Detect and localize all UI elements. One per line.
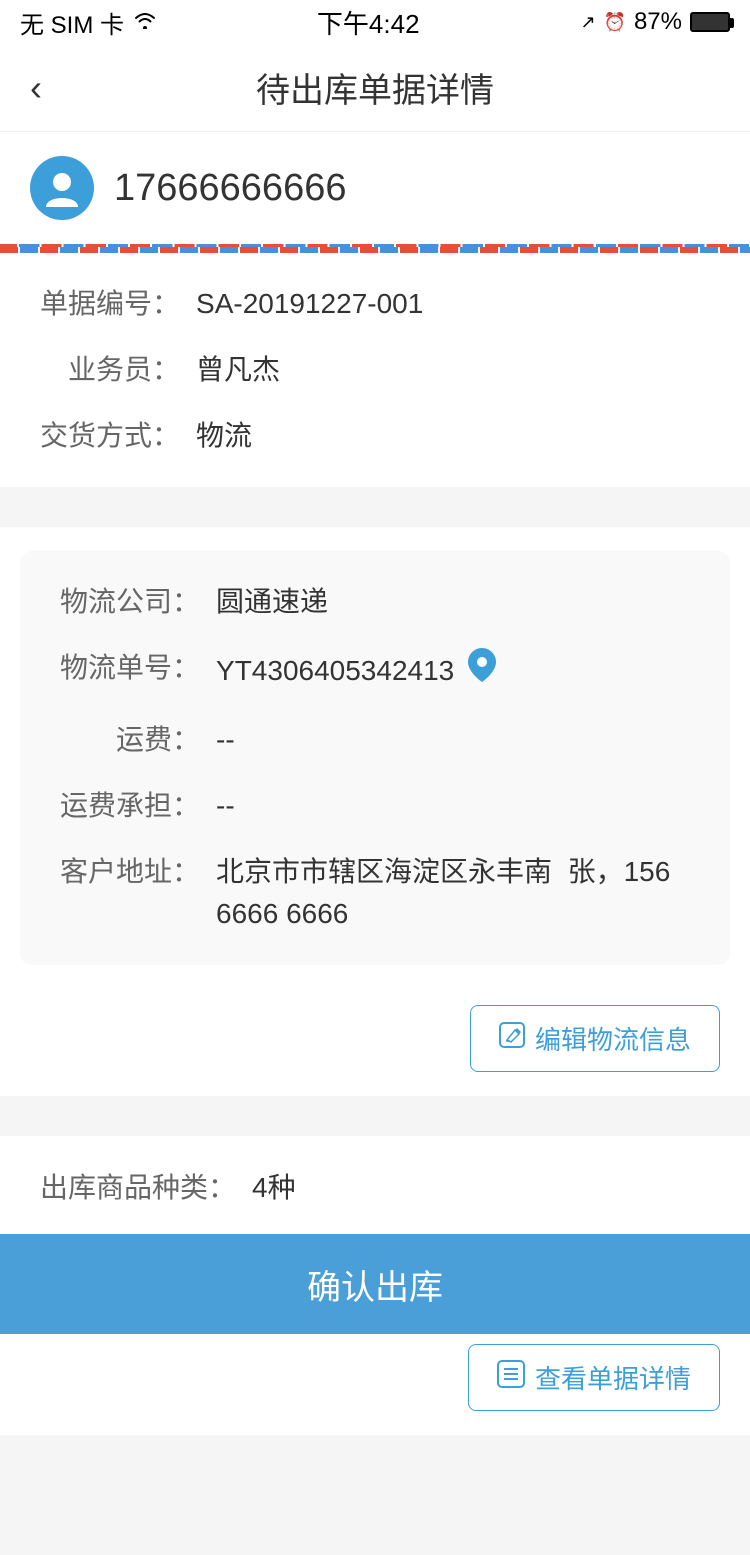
page-title: 待出库单据详情 xyxy=(256,63,494,112)
status-bar: 无 SIM 卡 下午4:42 ↗ ⏰ 87% xyxy=(0,0,750,44)
freight-value: -- xyxy=(216,719,690,761)
status-right: ↗ ⏰ 87% xyxy=(580,8,730,36)
carrier-label: 无 SIM 卡 xyxy=(20,5,124,40)
address-value: 北京市市辖区海淀区永丰南 张，156 6666 6666 xyxy=(216,851,690,935)
address-label: 客户地址： xyxy=(60,851,200,893)
doc-number-value: SA-20191227-001 xyxy=(196,283,710,325)
wifi-icon xyxy=(134,8,156,36)
edit-icon xyxy=(499,1022,525,1055)
document-info-section: 单据编号： SA-20191227-001 业务员： 曾凡杰 交货方式： 物流 xyxy=(0,253,750,487)
doc-number-label: 单据编号： xyxy=(40,283,180,325)
location-pin-icon[interactable] xyxy=(468,647,496,695)
logistics-tracking-row: 物流单号： YT4306405342413 xyxy=(60,647,690,695)
goods-types-label: 出库商品种类： xyxy=(40,1166,236,1206)
delivery-method-row: 交货方式： 物流 xyxy=(40,415,710,457)
logistics-tracking-value: YT4306405342413 xyxy=(216,647,690,695)
freight-label: 运费： xyxy=(60,719,200,761)
battery-icon xyxy=(690,12,730,32)
logistics-company-row: 物流公司： 圆通速递 xyxy=(60,581,690,623)
customer-phone: 17666666666 xyxy=(114,167,346,210)
logistics-company-label: 物流公司： xyxy=(60,581,200,623)
logistics-card: 物流公司： 圆通速递 物流单号： YT4306405342413 xyxy=(20,551,730,965)
goods-types-value: 4种 xyxy=(252,1166,296,1206)
separator-1 xyxy=(0,507,750,527)
logistics-section: 物流公司： 圆通速递 物流单号： YT4306405342413 xyxy=(0,527,750,1096)
edit-btn-container: 编辑物流信息 xyxy=(0,981,750,1096)
tracking-number: YT4306405342413 xyxy=(216,650,454,692)
delivery-method-value: 物流 xyxy=(196,415,710,457)
logistics-company-value: 圆通速递 xyxy=(216,581,690,623)
confirm-button[interactable]: 确认出库 xyxy=(0,1234,750,1334)
edit-logistics-button[interactable]: 编辑物流信息 xyxy=(470,1005,720,1072)
logistics-card-wrapper: 物流公司： 圆通速递 物流单号： YT4306405342413 xyxy=(0,527,750,981)
delivery-method-label: 交货方式： xyxy=(40,415,180,457)
confirm-button-label: 确认出库 xyxy=(307,1260,443,1309)
freight-bearer-value: -- xyxy=(216,785,690,827)
doc-number-row: 单据编号： SA-20191227-001 xyxy=(40,283,710,325)
edit-logistics-label: 编辑物流信息 xyxy=(535,1020,691,1057)
status-time: 下午4:42 xyxy=(317,4,420,41)
goods-types-row: 出库商品种类： 4种 xyxy=(40,1166,710,1206)
nav-bar: ‹ 待出库单据详情 xyxy=(0,44,750,132)
freight-row: 运费： -- xyxy=(60,719,690,761)
view-detail-button[interactable]: 查看单据详情 xyxy=(468,1344,720,1411)
customer-section: 17666666666 xyxy=(0,132,750,247)
alarm-icon: ⏰ xyxy=(604,12,626,33)
sales-person-row: 业务员： 曾凡杰 xyxy=(40,349,710,391)
logistics-tracking-label: 物流单号： xyxy=(60,647,200,689)
freight-bearer-label: 运费承担： xyxy=(60,785,200,827)
page-content: 17666666666 单据编号： SA-20191227-001 业务员： 曾… xyxy=(0,132,750,1555)
view-detail-label: 查看单据详情 xyxy=(535,1359,691,1396)
detail-btn-container: 查看单据详情 xyxy=(0,1320,750,1435)
status-left: 无 SIM 卡 xyxy=(20,5,156,40)
freight-bearer-row: 运费承担： -- xyxy=(60,785,690,827)
location-icon: ↗ xyxy=(580,12,595,33)
detail-icon xyxy=(497,1360,525,1395)
avatar xyxy=(30,156,94,220)
separator-2 xyxy=(0,1116,750,1136)
back-button[interactable]: ‹ xyxy=(20,57,52,119)
sales-person-value: 曾凡杰 xyxy=(196,349,710,391)
address-row: 客户地址： 北京市市辖区海淀区永丰南 张，156 6666 6666 xyxy=(60,851,690,935)
battery-percent: 87% xyxy=(634,8,682,36)
sales-person-label: 业务员： xyxy=(40,349,180,391)
